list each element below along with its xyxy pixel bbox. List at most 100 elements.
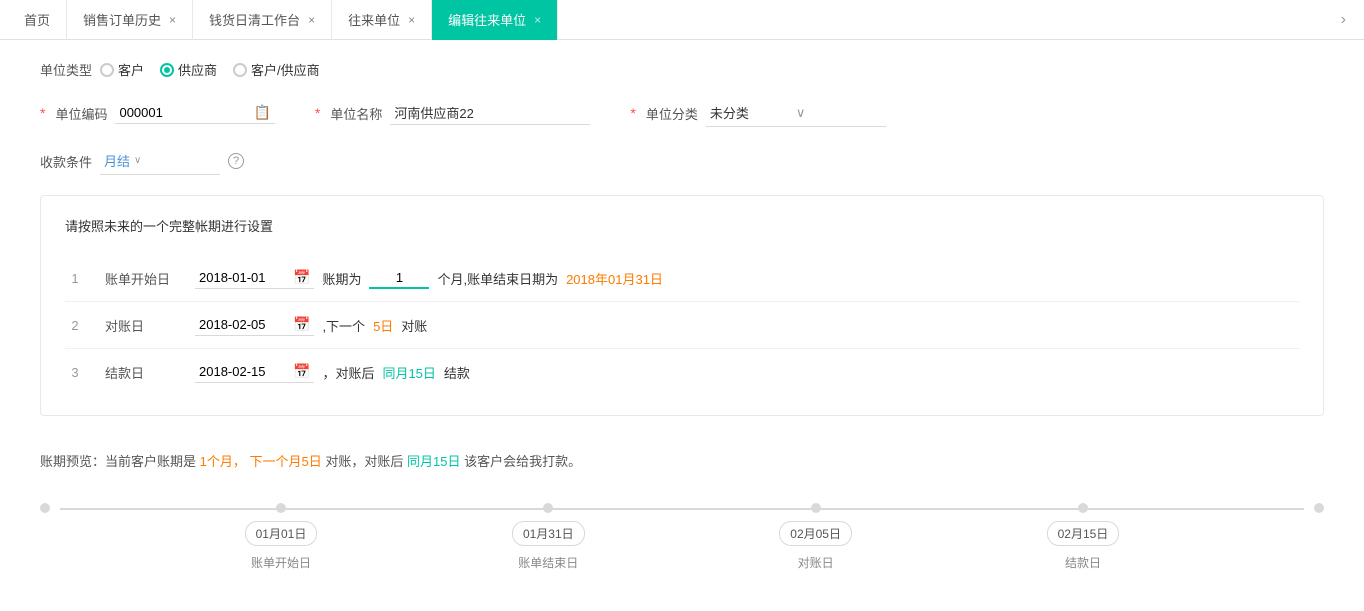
timeline-end bbox=[1314, 503, 1324, 571]
step-row-3: 3 结款日 📅 ，对账后 同月15日 结款 bbox=[65, 349, 1299, 395]
card-title: 请按照未来的一个完整帐期进行设置 bbox=[65, 216, 1299, 235]
step-content-1: 📅 账期为 个月,账单结束日期为 2018年01月31日 bbox=[195, 267, 1299, 289]
unit-category-group: * 单位分类 未分类 ∨ bbox=[630, 99, 885, 127]
step3-date-wrapper: 📅 bbox=[195, 361, 314, 383]
payment-terms-help[interactable]: ? bbox=[228, 153, 244, 169]
tab-partner-label: 往来单位 bbox=[348, 10, 400, 29]
step2-highlight: 5日 bbox=[373, 316, 393, 335]
radio-customer-circle bbox=[100, 63, 114, 77]
step2-calendar-icon[interactable]: 📅 bbox=[293, 316, 310, 333]
radio-supplier-label: 供应商 bbox=[178, 60, 217, 79]
timeline-start-dot bbox=[40, 503, 50, 513]
radio-supplier-circle bbox=[160, 63, 174, 77]
tab-edit-partner[interactable]: 编辑往来单位 × bbox=[432, 0, 558, 40]
step-label-2: 对账日 bbox=[105, 316, 175, 335]
step-row-2: 2 对账日 📅 ,下一个 5日 对账 bbox=[65, 302, 1299, 349]
step-num-2: 2 bbox=[65, 318, 85, 333]
unit-category-arrow: ∨ bbox=[796, 105, 882, 121]
step1-date-input[interactable] bbox=[199, 270, 289, 285]
tab-sales-order-history[interactable]: 销售订单历史 × bbox=[67, 0, 193, 40]
close-cash-tab[interactable]: × bbox=[308, 13, 315, 27]
unit-code-input[interactable] bbox=[119, 105, 249, 120]
step3-calendar-icon[interactable]: 📅 bbox=[293, 363, 310, 380]
radio-group: 客户 供应商 客户/供应商 bbox=[100, 60, 320, 79]
unit-name-input[interactable] bbox=[390, 101, 590, 125]
step-content-2: 📅 ,下一个 5日 对账 bbox=[195, 314, 1299, 336]
step-content-3: 📅 ，对账后 同月15日 结款 bbox=[195, 361, 1299, 383]
main-content: 单位类型 客户 供应商 客户/供应商 * 单位编码 bbox=[0, 40, 1364, 611]
unit-type-label: 单位类型 bbox=[40, 60, 92, 79]
timeline-node-2: 01月31日 账单结束日 bbox=[512, 503, 585, 571]
step1-calendar-icon[interactable]: 📅 bbox=[293, 269, 310, 286]
unit-code-calendar-icon[interactable]: 📋 bbox=[253, 104, 270, 121]
preview-part4: 同月15日 bbox=[407, 454, 460, 469]
close-partner-tab[interactable]: × bbox=[408, 13, 415, 27]
step-label-3: 结款日 bbox=[105, 363, 175, 382]
close-edit-tab[interactable]: × bbox=[534, 13, 541, 27]
unit-name-label: 单位名称 bbox=[330, 104, 382, 123]
timeline-badge-4: 02月15日 bbox=[1047, 521, 1120, 546]
step3-highlight: 同月15日 bbox=[382, 363, 435, 382]
timeline-node2-dot bbox=[543, 503, 553, 513]
radio-customer[interactable]: 客户 bbox=[100, 60, 144, 79]
payment-terms-group: 收款条件 月结 ∨ ? bbox=[40, 147, 244, 175]
tab-cash-work[interactable]: 钱货日清工作台 × bbox=[193, 0, 332, 40]
radio-both[interactable]: 客户/供应商 bbox=[233, 60, 320, 79]
timeline-badge-1: 01月01日 bbox=[245, 521, 318, 546]
step1-end-date: 2018年01月31日 bbox=[566, 269, 663, 288]
preview-section: 账期预览：当前客户账期是 1个月， 下一个月5日 对账，对账后 同月15日 该客… bbox=[40, 436, 1324, 591]
step3-prefix: ，对账后 bbox=[322, 363, 374, 382]
preview-part5: 该客户会给我打款。 bbox=[464, 454, 581, 469]
timeline-end-dot bbox=[1314, 503, 1324, 513]
unit-code-label: 单位编码 bbox=[55, 104, 107, 123]
step3-suffix: 结款 bbox=[444, 363, 470, 382]
radio-supplier[interactable]: 供应商 bbox=[160, 60, 217, 79]
unit-code-required: * bbox=[40, 105, 45, 121]
radio-both-label: 客户/供应商 bbox=[251, 60, 320, 79]
timeline-badge-3: 02月05日 bbox=[779, 521, 852, 546]
payment-terms-value: 月结 bbox=[104, 151, 130, 170]
settings-card: 请按照未来的一个完整帐期进行设置 1 账单开始日 📅 账期为 个月,账单结束日期… bbox=[40, 195, 1324, 416]
preview-text: 账期预览：当前客户账期是 1个月， 下一个月5日 对账，对账后 同月15日 该客… bbox=[40, 452, 1324, 473]
unit-code-group: * 单位编码 📋 bbox=[40, 102, 275, 124]
step1-month-unit: 个月,账单结束日期为 bbox=[437, 269, 558, 288]
timeline-node3-dot bbox=[811, 503, 821, 513]
timeline-node1-dot bbox=[276, 503, 286, 513]
step-num-1: 1 bbox=[65, 271, 85, 286]
tab-home-label: 首页 bbox=[24, 10, 50, 29]
tab-bar: 首页 销售订单历史 × 钱货日清工作台 × 往来单位 × 编辑往来单位 × › bbox=[0, 0, 1364, 40]
timeline-node4-dot bbox=[1078, 503, 1088, 513]
unit-type-group: 单位类型 客户 供应商 客户/供应商 bbox=[40, 60, 320, 79]
timeline-node-3: 02月05日 对账日 bbox=[779, 503, 852, 571]
timeline-label-3: 对账日 bbox=[798, 554, 834, 571]
unit-category-select[interactable]: 未分类 ∨ bbox=[706, 99, 886, 127]
step2-prefix: ,下一个 bbox=[322, 316, 365, 335]
radio-customer-label: 客户 bbox=[118, 60, 144, 79]
unit-code-input-wrapper: 📋 bbox=[115, 102, 274, 124]
payment-terms-label: 收款条件 bbox=[40, 152, 92, 171]
unit-name-required: * bbox=[315, 105, 320, 121]
timeline-label-2: 账单结束日 bbox=[518, 554, 578, 571]
tab-cash-label: 钱货日清工作台 bbox=[209, 10, 300, 29]
preview-part1: 1个月， bbox=[200, 454, 246, 469]
tab-home[interactable]: 首页 bbox=[8, 0, 67, 40]
unit-category-required: * bbox=[630, 105, 635, 121]
unit-category-value: 未分类 bbox=[710, 103, 796, 122]
step2-suffix: 对账 bbox=[401, 316, 427, 335]
payment-terms-select[interactable]: 月结 ∨ bbox=[100, 147, 220, 175]
step3-date-input[interactable] bbox=[199, 364, 289, 379]
step1-suffix: 账期为 bbox=[322, 269, 361, 288]
step2-date-input[interactable] bbox=[199, 317, 289, 332]
close-sales-tab[interactable]: × bbox=[169, 13, 176, 27]
radio-both-circle bbox=[233, 63, 247, 77]
tab-partner-units[interactable]: 往来单位 × bbox=[332, 0, 432, 40]
preview-part3: 对账，对账后 bbox=[325, 454, 403, 469]
tab-edit-label: 编辑往来单位 bbox=[448, 10, 526, 29]
timeline: 01月01日 账单开始日 01月31日 账单结束日 02月05日 对账日 02月… bbox=[40, 493, 1324, 591]
preview-part2: 下一个月5日 bbox=[250, 454, 322, 469]
unit-info-row: * 单位编码 📋 * 单位名称 * 单位分类 未分类 ∨ bbox=[40, 99, 1324, 127]
timeline-badge-2: 01月31日 bbox=[512, 521, 585, 546]
step1-month-input[interactable] bbox=[369, 268, 429, 289]
unit-name-group: * 单位名称 bbox=[315, 101, 590, 125]
tab-more-button[interactable]: › bbox=[1331, 11, 1356, 29]
